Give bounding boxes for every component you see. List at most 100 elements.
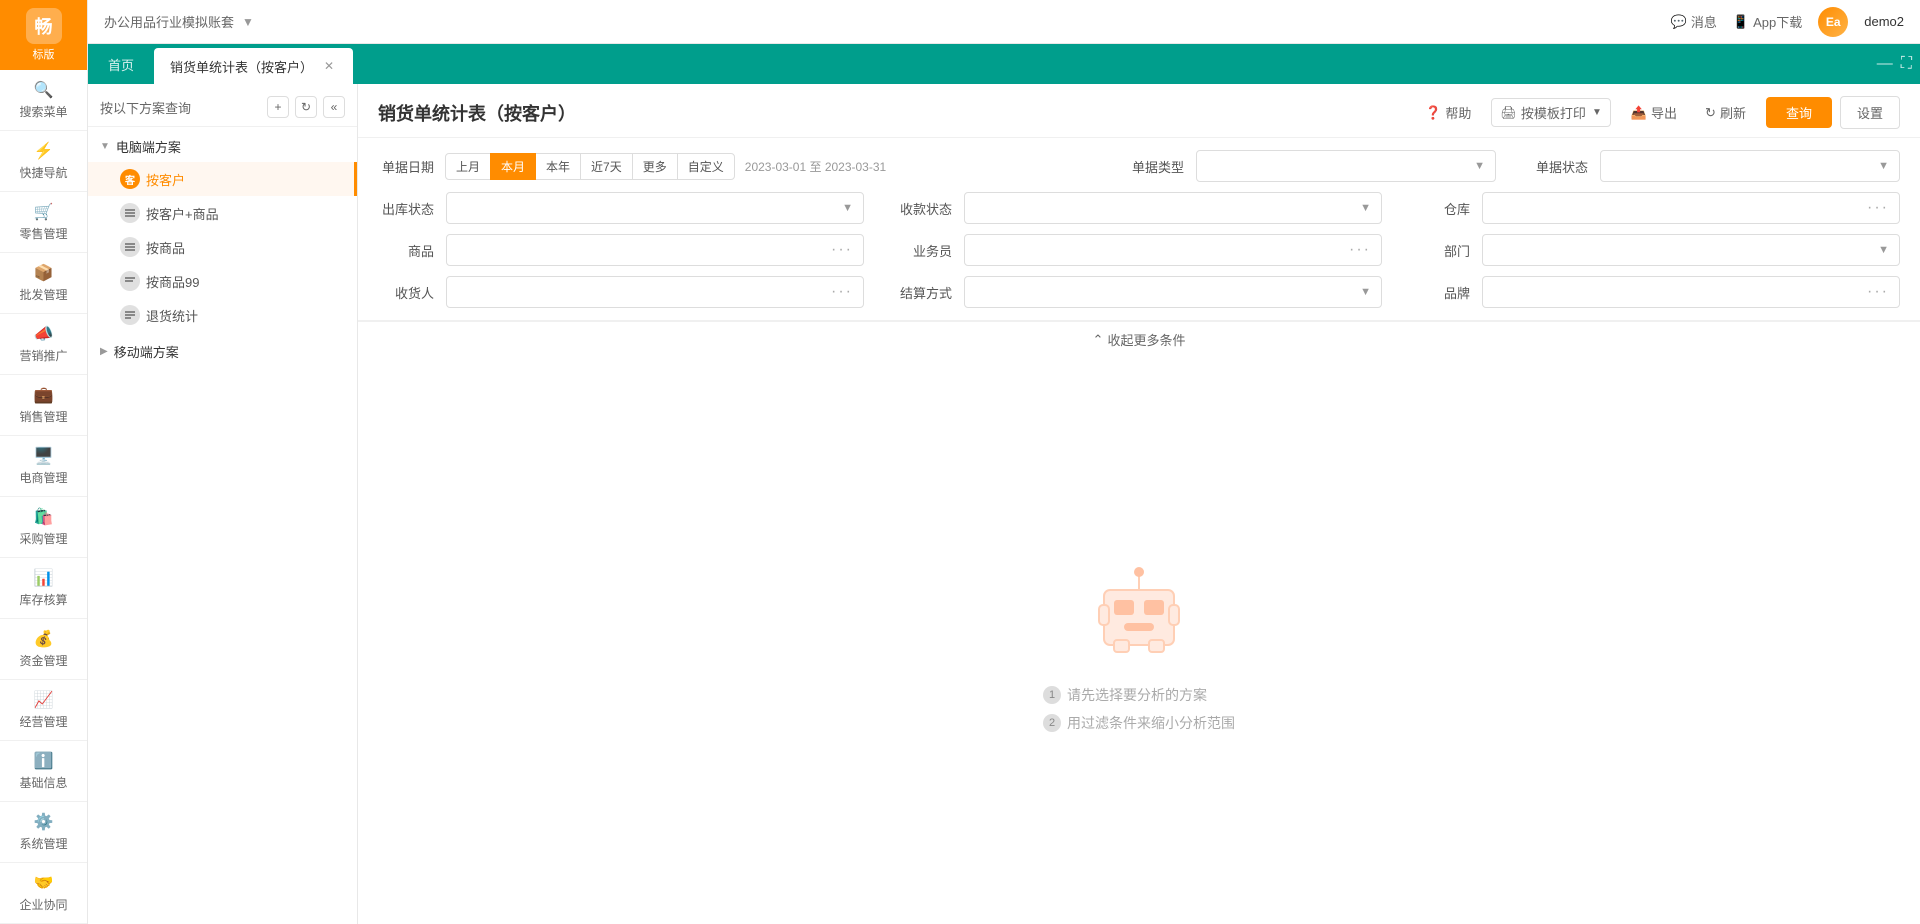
- date-tab-this-year[interactable]: 本年: [535, 153, 581, 180]
- help-icon: ❓: [1425, 105, 1441, 121]
- template-print-btn[interactable]: 🖨 按模板打印 ▼: [1491, 98, 1610, 127]
- tab-bar: 首页 销货单统计表（按客户） ✕ — ⛶: [88, 44, 1920, 84]
- sidebar-label-purchase: 采购管理: [19, 530, 67, 547]
- sidebar-item-operations[interactable]: 📈 经营管理: [0, 680, 87, 741]
- dept-arrow: ▼: [1878, 244, 1889, 256]
- sidebar-item-finance[interactable]: 💰 资金管理: [0, 619, 87, 680]
- message-label: 消息: [1691, 12, 1717, 31]
- industry-dropdown[interactable]: ▼: [242, 15, 254, 29]
- finance-icon: 💰: [34, 629, 54, 649]
- sidebar-item-system[interactable]: ⚙️ 系统管理: [0, 802, 87, 863]
- message-icon: 💬: [1671, 14, 1687, 30]
- doc-status-input[interactable]: ▼: [1600, 150, 1900, 182]
- out-status-arrow: ▼: [842, 202, 853, 214]
- tab-maximize-btn[interactable]: ⛶: [1901, 55, 1912, 73]
- tree-desktop-label: 电脑端方案: [116, 137, 181, 156]
- tree-mobile-group[interactable]: ▶ 移动端方案: [88, 336, 357, 367]
- date-range: 2023-03-01 至 2023-03-31: [745, 158, 886, 175]
- tree-desktop-parent[interactable]: ▼ 电脑端方案: [88, 131, 357, 162]
- date-tab-7days[interactable]: 近7天: [580, 153, 633, 180]
- tab-home[interactable]: 首页: [88, 44, 154, 84]
- tab-sales-stats[interactable]: 销货单统计表（按客户） ✕: [154, 48, 353, 84]
- settlement-input[interactable]: ▼: [964, 276, 1382, 308]
- tree-item-by-product[interactable]: 按商品: [88, 230, 357, 264]
- brand-dots: ···: [1867, 283, 1889, 301]
- export-icon: 📤: [1631, 105, 1647, 121]
- tip-text-1: 请先选择要分析的方案: [1067, 681, 1207, 709]
- salesperson-label: 业务员: [896, 241, 952, 260]
- ecommerce-icon: 🖥️: [34, 446, 54, 466]
- app-subtitle: 标版: [33, 46, 55, 62]
- product-input[interactable]: ···: [446, 234, 864, 266]
- add-scheme-btn[interactable]: +: [267, 96, 289, 118]
- refresh-label: 刷新: [1720, 103, 1746, 122]
- collapse-panel-btn[interactable]: «: [323, 96, 345, 118]
- date-tabs: 上月 本月 本年 近7天 更多 自定义: [446, 153, 735, 180]
- tab-home-label: 首页: [108, 55, 134, 74]
- product-label: 商品: [378, 241, 434, 260]
- brand-input[interactable]: ···: [1482, 276, 1900, 308]
- scheme-icon-customer-product: [120, 203, 140, 223]
- sidebar-item-sales[interactable]: 💼 销售管理: [0, 375, 87, 436]
- app-logo[interactable]: 畅 标版: [0, 0, 87, 70]
- inventory-icon: 📊: [34, 568, 54, 588]
- sidebar-item-retail[interactable]: 🛒 零售管理: [0, 192, 87, 253]
- collapse-more-btn[interactable]: ⌃ 收起更多条件: [358, 321, 1920, 357]
- app-download-btn[interactable]: 📱 App下载: [1733, 12, 1802, 31]
- panel-header: 按以下方案查询 + ↻ «: [88, 84, 357, 127]
- date-tab-more[interactable]: 更多: [632, 153, 678, 180]
- query-btn[interactable]: 查询: [1766, 97, 1832, 128]
- search-icon: 🔍: [34, 80, 54, 100]
- doc-status-label: 单据状态: [1528, 157, 1588, 176]
- tree-item-return-stats[interactable]: 退货统计: [88, 298, 357, 332]
- sidebar-item-shortcut[interactable]: ⚡ 快捷导航: [0, 131, 87, 192]
- refresh-btn[interactable]: ↻ 刷新: [1697, 99, 1754, 126]
- warehouse-input[interactable]: ···: [1482, 192, 1900, 224]
- sidebar-label-system: 系统管理: [19, 835, 67, 852]
- sidebar-item-marketing[interactable]: 📣 营销推广: [0, 314, 87, 375]
- export-btn[interactable]: 📤 导出: [1623, 99, 1685, 126]
- sidebar-item-cooperation[interactable]: 🤝 企业协同: [0, 863, 87, 924]
- sidebar-item-purchase[interactable]: 🛍️ 采购管理: [0, 497, 87, 558]
- receiver-label: 收货人: [378, 283, 434, 302]
- tip-text-2: 用过滤条件来缩小分析范围: [1067, 709, 1235, 737]
- refresh-scheme-btn[interactable]: ↻: [295, 96, 317, 118]
- sidebar-item-inventory[interactable]: 📊 库存核算: [0, 558, 87, 619]
- date-tab-custom[interactable]: 自定义: [677, 153, 735, 180]
- dept-input[interactable]: ▼: [1482, 234, 1900, 266]
- date-tab-this-month[interactable]: 本月: [490, 153, 536, 180]
- empty-illustration: [1079, 545, 1199, 665]
- settings-btn[interactable]: 设置: [1840, 96, 1900, 129]
- sidebar-item-basic[interactable]: ℹ️ 基础信息: [0, 741, 87, 802]
- tab-close-btn[interactable]: ✕: [321, 58, 337, 74]
- doc-type-input[interactable]: ▼: [1196, 150, 1496, 182]
- sidebar-item-search[interactable]: 🔍 搜索菜单: [0, 70, 87, 131]
- tree-item-by-customer[interactable]: 客 按客户: [88, 162, 357, 196]
- tree-item-by-product-99-label: 按商品99: [146, 272, 199, 291]
- help-btn[interactable]: ❓ 帮助: [1417, 99, 1479, 126]
- tree-item-by-customer-product[interactable]: 按客户+商品: [88, 196, 357, 230]
- app-download-label: App下载: [1753, 12, 1802, 31]
- sidebar-item-ecommerce[interactable]: 🖥️ 电商管理: [0, 436, 87, 497]
- tree-item-by-product-99[interactable]: 按商品99: [88, 264, 357, 298]
- message-btn[interactable]: 💬 消息: [1671, 12, 1717, 31]
- sidebar-item-wholesale[interactable]: 📦 批发管理: [0, 253, 87, 314]
- receipt-status-input[interactable]: ▼: [964, 192, 1382, 224]
- brand-label: 品牌: [1414, 283, 1470, 302]
- avatar-text: Ea: [1826, 15, 1841, 29]
- date-tab-last-month[interactable]: 上月: [445, 153, 491, 180]
- empty-tips: 1 请先选择要分析的方案 2 用过滤条件来缩小分析范围: [1043, 681, 1235, 737]
- receiver-input[interactable]: ···: [446, 276, 864, 308]
- main-area: 办公用品行业模拟账套 ▼ 💬 消息 📱 App下载 Ea demo2 首页 销货…: [88, 0, 1920, 924]
- tab-minimize-btn[interactable]: —: [1877, 55, 1893, 73]
- avatar[interactable]: Ea: [1818, 7, 1848, 37]
- export-label: 导出: [1651, 103, 1677, 122]
- scheme-icon-product: [120, 237, 140, 257]
- sidebar-label-inventory: 库存核算: [19, 591, 67, 608]
- doc-status-arrow: ▼: [1878, 160, 1889, 172]
- sidebar: 畅 标版 🔍 搜索菜单 ⚡ 快捷导航 🛒 零售管理 📦 批发管理 📣 营销推广 …: [0, 0, 88, 924]
- out-status-input[interactable]: ▼: [446, 192, 864, 224]
- tab-sales-stats-label: 销货单统计表（按客户）: [170, 57, 313, 76]
- panel-title: 按以下方案查询: [100, 98, 191, 117]
- salesperson-input[interactable]: ···: [964, 234, 1382, 266]
